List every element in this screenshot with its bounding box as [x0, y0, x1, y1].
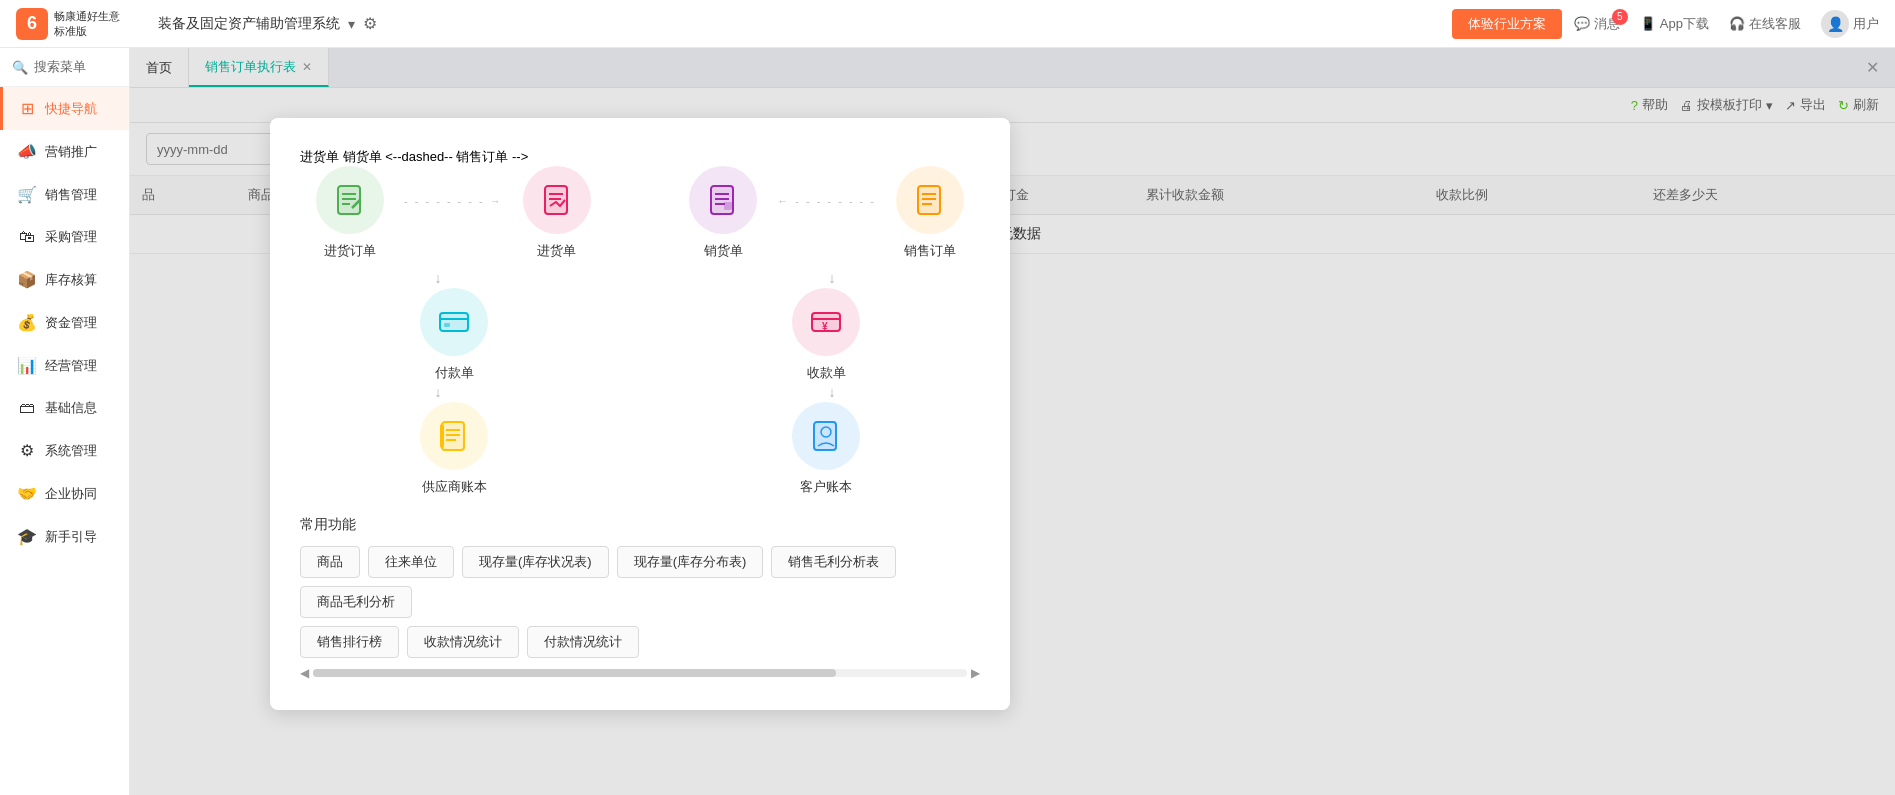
system-title: 装备及固定资产辅助管理系统 ▾ ⚙ [158, 14, 1440, 33]
quick-nav-icon: ⊞ [17, 99, 37, 118]
func-btn-inventory-dist[interactable]: 现存量(库存分布表) [617, 546, 764, 578]
supplier-ledger-circle [420, 402, 488, 470]
svg-rect-23 [444, 323, 450, 327]
purchase-bill-label: 进货单 [537, 242, 576, 260]
receipt-circle: ¥ [792, 288, 860, 356]
purchase-bill-circle [523, 166, 591, 234]
logo-icon: 6 [16, 8, 48, 40]
trial-button[interactable]: 体验行业方案 [1452, 9, 1562, 39]
sidebar-item-operations[interactable]: 📊 经营管理 [0, 344, 129, 387]
sidebar-item-inventory[interactable]: 📦 库存核算 [0, 258, 129, 301]
scroll-left-arrow[interactable]: ◀ [300, 666, 309, 680]
online-service-item[interactable]: 🎧 在线客服 [1729, 15, 1801, 33]
scroll-thumb [313, 669, 836, 677]
message-badge: 5 [1612, 9, 1628, 25]
sales-icon: 🛒 [17, 185, 37, 204]
sidebar-item-marketing[interactable]: 📣 营销推广 [0, 130, 129, 173]
svg-rect-20 [440, 313, 468, 331]
purchase-icon: 🛍 [17, 228, 37, 246]
content-area: 首页 销售订单执行表 ✕ ✕ ? 帮助 🖨 按模板打印 ▾ [130, 48, 1895, 795]
customer-ledger-circle [792, 402, 860, 470]
payment-circle [420, 288, 488, 356]
sidebar-item-enterprise[interactable]: 🤝 企业协同 [0, 472, 129, 515]
quick-nav-modal: 进货单 销货单 <--dashed-- 销售订单 --> 进货订单 [270, 118, 1010, 710]
down-arrow-purchase-bill: ↓ [368, 268, 438, 288]
common-functions-title: 常用功能 [300, 516, 980, 534]
online-service-icon: 🎧 [1729, 16, 1745, 31]
func-btn-receipt-stats[interactable]: 收款情况统计 [407, 626, 519, 658]
system-dropdown-icon[interactable]: ▾ [348, 16, 355, 32]
sidebar-item-system[interactable]: ⚙ 系统管理 [0, 429, 129, 472]
purchase-order-label: 进货订单 [324, 242, 376, 260]
sidebar-item-capital[interactable]: 💰 资金管理 [0, 301, 129, 344]
svg-text:¥: ¥ [822, 321, 828, 332]
modal-overlay: 进货单 销货单 <--dashed-- 销售订单 --> 进货订单 [130, 48, 1895, 795]
common-functions-section: 常用功能 商品 往来单位 现存量(库存状况表) 现存量(库存分布表) 销售毛利分… [300, 516, 980, 658]
payment-label: 付款单 [435, 364, 474, 382]
sidebar: 🔍 搜索菜单 ⊞ 快捷导航 📣 营销推广 🛒 销售管理 🛍 采购管理 📦 [0, 48, 130, 795]
func-buttons-row-2: 销售排行榜 收款情况统计 付款情况统计 [300, 626, 980, 658]
func-btn-product[interactable]: 商品 [300, 546, 360, 578]
flow-item-sales-bill[interactable]: 销货单 [673, 166, 773, 260]
logo-text: 畅康通好生意 标准版 [54, 9, 120, 38]
inventory-icon: 📦 [17, 270, 37, 289]
flow-item-purchase-bill[interactable]: 进货单 [507, 166, 607, 260]
search-menu-item[interactable]: 🔍 搜索菜单 [0, 48, 129, 87]
sidebar-item-basic-info[interactable]: 🗃 基础信息 [0, 387, 129, 429]
func-btn-inventory-status[interactable]: 现存量(库存状况表) [462, 546, 609, 578]
message-icon: 💬 [1574, 16, 1590, 31]
enterprise-icon: 🤝 [17, 484, 37, 503]
func-btn-payment-stats[interactable]: 付款情况统计 [527, 626, 639, 658]
purchase-order-circle [316, 166, 384, 234]
capital-icon: 💰 [17, 313, 37, 332]
flow-diagram-section: 进货单 销货单 <--dashed-- 销售订单 --> 进货订单 [300, 148, 980, 496]
func-btn-sales-gross[interactable]: 销售毛利分析表 [771, 546, 896, 578]
scroll-track[interactable] [313, 669, 967, 677]
down-arrow-receipt: ↓ [832, 382, 912, 402]
flow-item-receipt[interactable]: ¥ 收款单 [776, 288, 876, 382]
down-arrow-payment: ↓ [368, 382, 438, 402]
scroll-right-arrow[interactable]: ▶ [971, 666, 980, 680]
supplier-ledger-label: 供应商账本 [422, 478, 487, 496]
flow-item-purchase-order[interactable]: 进货订单 [300, 166, 400, 260]
search-icon: 🔍 [12, 60, 28, 75]
func-btn-contacts[interactable]: 往来单位 [368, 546, 454, 578]
top-right-area: 💬 消息 5 📱 App下载 🎧 在线客服 👤 用户 [1574, 10, 1879, 38]
arrow-po-to-pb: - - - - - - - - → [404, 195, 503, 231]
customer-ledger-label: 客户账本 [800, 478, 852, 496]
message-icon-item[interactable]: 💬 消息 5 [1574, 15, 1620, 33]
logo-area: 6 畅康通好生意 标准版 [16, 8, 146, 40]
arrow-so-to-sb: ← - - - - - - - - [777, 195, 876, 231]
svg-rect-14 [724, 202, 732, 210]
sales-order-label: 销售订单 [904, 242, 956, 260]
func-btn-sales-rank[interactable]: 销售排行榜 [300, 626, 399, 658]
sales-bill-circle [689, 166, 757, 234]
flow-item-payment[interactable]: 付款单 [404, 288, 504, 382]
sales-bill-label: 销货单 [704, 242, 743, 260]
sidebar-item-sales[interactable]: 🛒 销售管理 [0, 173, 129, 216]
sidebar-item-purchase[interactable]: 🛍 采购管理 [0, 216, 129, 258]
svg-rect-33 [440, 424, 444, 448]
func-btn-product-gross[interactable]: 商品毛利分析 [300, 586, 412, 618]
operations-icon: 📊 [17, 356, 37, 375]
flow-item-supplier-ledger[interactable]: 供应商账本 [404, 402, 504, 496]
modal-scroll: ◀ ▶ [300, 666, 980, 680]
sales-order-circle [896, 166, 964, 234]
app-download-item[interactable]: 📱 App下载 [1640, 15, 1709, 33]
user-item[interactable]: 👤 用户 [1821, 10, 1879, 38]
settings-icon[interactable]: ⚙ [363, 14, 377, 33]
sidebar-item-beginner[interactable]: 🎓 新手引导 [0, 515, 129, 558]
down-arrow-sales-bill: ↓ [832, 268, 912, 288]
beginner-icon: 🎓 [17, 527, 37, 546]
flow-item-sales-order[interactable]: 销售订单 [880, 166, 980, 260]
basic-info-icon: 🗃 [17, 399, 37, 417]
app-download-icon: 📱 [1640, 16, 1656, 31]
flow-item-customer-ledger[interactable]: 客户账本 [776, 402, 876, 496]
receipt-label: 收款单 [807, 364, 846, 382]
marketing-icon: 📣 [17, 142, 37, 161]
user-avatar: 👤 [1821, 10, 1849, 38]
func-buttons-row: 商品 往来单位 现存量(库存状况表) 现存量(库存分布表) 销售毛利分析表 商品… [300, 546, 980, 618]
system-icon: ⚙ [17, 441, 37, 460]
sidebar-item-quick-nav[interactable]: ⊞ 快捷导航 [0, 87, 129, 130]
